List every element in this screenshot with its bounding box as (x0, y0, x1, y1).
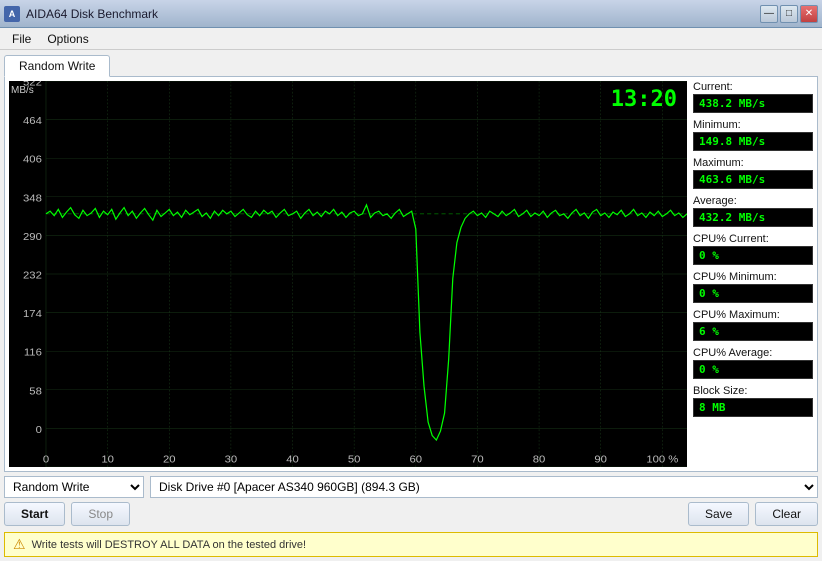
title-bar-left: A AIDA64 Disk Benchmark (4, 6, 158, 22)
svg-text:100 %: 100 % (646, 454, 679, 465)
svg-text:70: 70 (471, 454, 484, 465)
app-icon: A (4, 6, 20, 22)
svg-text:20: 20 (163, 454, 176, 465)
maximum-value: 463.6 MB/s (693, 170, 813, 189)
svg-text:40: 40 (286, 454, 299, 465)
svg-text:116: 116 (24, 347, 42, 358)
mbs-unit-label: MB/s (11, 85, 34, 96)
time-display: 13:20 (611, 87, 677, 112)
svg-text:50: 50 (348, 454, 361, 465)
content-area: MB/s 13:20 (4, 76, 818, 472)
cpu-average-label: CPU% Average: (693, 347, 813, 359)
svg-text:30: 30 (225, 454, 238, 465)
clear-button[interactable]: Clear (755, 502, 818, 526)
controls-row1: Random Write Disk Drive #0 [Apacer AS340… (4, 476, 818, 498)
svg-text:348: 348 (23, 193, 42, 204)
stat-cpu-average: CPU% Average: 0 % (693, 347, 813, 379)
svg-text:90: 90 (594, 454, 607, 465)
current-label: Current: (693, 81, 813, 93)
menu-bar: File Options (0, 28, 822, 50)
chart-svg: 522 464 406 348 290 232 174 116 58 0 0 1… (9, 81, 687, 467)
svg-text:290: 290 (23, 232, 42, 243)
chart-canvas: MB/s 13:20 (9, 81, 687, 467)
warning-bar: ⚠ Write tests will DESTROY ALL DATA on t… (4, 532, 818, 557)
cpu-current-label: CPU% Current: (693, 233, 813, 245)
stat-current: Current: 438.2 MB/s (693, 81, 813, 113)
block-size-value: 8 MB (693, 398, 813, 417)
stat-cpu-minimum: CPU% Minimum: 0 % (693, 271, 813, 303)
average-label: Average: (693, 195, 813, 207)
tab-bar: Random Write (4, 54, 818, 76)
stat-minimum: Minimum: 149.8 MB/s (693, 119, 813, 151)
disk-dropdown[interactable]: Disk Drive #0 [Apacer AS340 960GB] (894.… (150, 476, 818, 498)
cpu-maximum-value: 6 % (693, 322, 813, 341)
save-button[interactable]: Save (688, 502, 749, 526)
svg-text:10: 10 (101, 454, 114, 465)
controls-row2: Start Stop Save Clear (4, 502, 818, 526)
stat-average: Average: 432.2 MB/s (693, 195, 813, 227)
stat-cpu-current: CPU% Current: 0 % (693, 233, 813, 265)
svg-text:406: 406 (23, 154, 42, 165)
minimum-value: 149.8 MB/s (693, 132, 813, 151)
svg-text:174: 174 (23, 309, 42, 320)
close-button[interactable]: ✕ (800, 5, 818, 23)
stats-panel: Current: 438.2 MB/s Minimum: 149.8 MB/s … (693, 81, 813, 467)
title-bar: A AIDA64 Disk Benchmark — □ ✕ (0, 0, 822, 28)
svg-text:0: 0 (43, 454, 49, 465)
window-title: AIDA64 Disk Benchmark (26, 7, 158, 21)
cpu-minimum-label: CPU% Minimum: (693, 271, 813, 283)
cpu-minimum-value: 0 % (693, 284, 813, 303)
maximum-label: Maximum: (693, 157, 813, 169)
minimum-label: Minimum: (693, 119, 813, 131)
warning-icon: ⚠ (13, 536, 26, 553)
average-value: 432.2 MB/s (693, 208, 813, 227)
current-value: 438.2 MB/s (693, 94, 813, 113)
cpu-current-value: 0 % (693, 246, 813, 265)
main-window: Random Write MB/s 13:20 (0, 50, 822, 561)
stat-cpu-maximum: CPU% Maximum: 6 % (693, 309, 813, 341)
menu-file[interactable]: File (4, 30, 39, 48)
title-bar-controls: — □ ✕ (760, 5, 818, 23)
cpu-average-value: 0 % (693, 360, 813, 379)
tab-random-write[interactable]: Random Write (4, 55, 110, 77)
test-type-dropdown[interactable]: Random Write (4, 476, 144, 498)
maximize-button[interactable]: □ (780, 5, 798, 23)
start-button[interactable]: Start (4, 502, 65, 526)
warning-text: Write tests will DESTROY ALL DATA on the… (32, 539, 307, 551)
svg-text:60: 60 (410, 454, 423, 465)
svg-text:80: 80 (533, 454, 546, 465)
chart-container: MB/s 13:20 (9, 81, 687, 467)
svg-text:464: 464 (23, 116, 42, 127)
block-size-label: Block Size: (693, 385, 813, 397)
svg-text:232: 232 (23, 270, 42, 281)
svg-text:58: 58 (29, 386, 42, 397)
stop-button[interactable]: Stop (71, 502, 130, 526)
stat-block-size: Block Size: 8 MB (693, 385, 813, 417)
bottom-controls: Random Write Disk Drive #0 [Apacer AS340… (4, 476, 818, 557)
menu-options[interactable]: Options (39, 30, 96, 48)
cpu-maximum-label: CPU% Maximum: (693, 309, 813, 321)
minimize-button[interactable]: — (760, 5, 778, 23)
stat-maximum: Maximum: 463.6 MB/s (693, 157, 813, 189)
svg-text:0: 0 (36, 425, 42, 436)
